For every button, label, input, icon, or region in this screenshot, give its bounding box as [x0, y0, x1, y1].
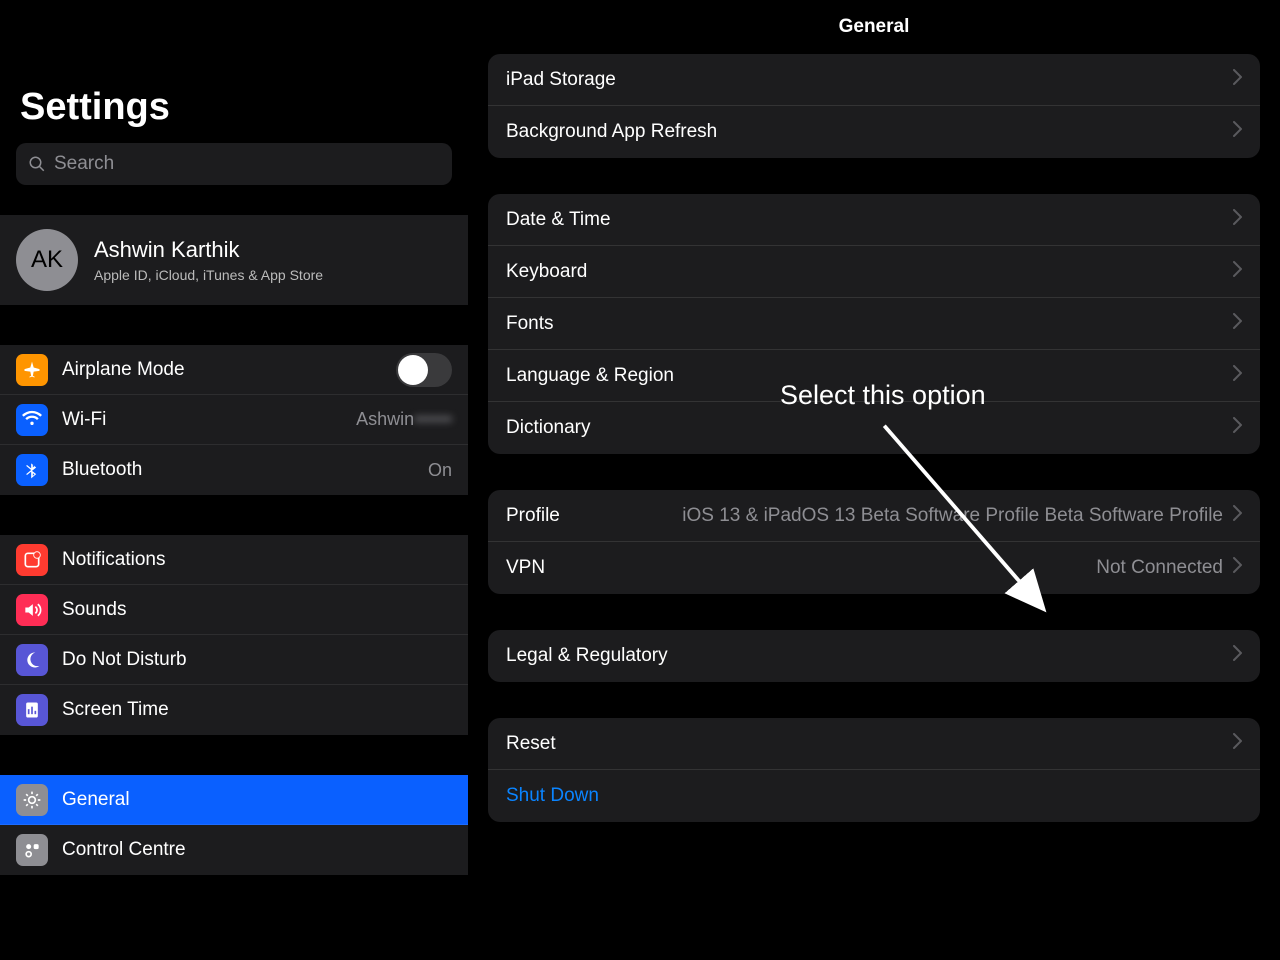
- settings-sidebar: Settings Search AK Ashwin Karthik Apple …: [0, 0, 468, 960]
- chevron-right-icon: [1233, 69, 1242, 91]
- sidebar-item-airplane[interactable]: Airplane Mode: [0, 345, 468, 395]
- account-subtitle: Apple ID, iCloud, iTunes & App Store: [94, 267, 323, 283]
- chevron-right-icon: [1233, 261, 1242, 283]
- row-legal-regulatory[interactable]: Legal & Regulatory: [488, 630, 1260, 682]
- chevron-right-icon: [1233, 313, 1242, 335]
- wifi-icon: [16, 404, 48, 436]
- notifications-icon: [16, 544, 48, 576]
- sidebar-item-label: Sounds: [62, 599, 452, 621]
- row-background-app-refresh[interactable]: Background App Refresh: [488, 106, 1260, 158]
- search-icon: [28, 155, 46, 173]
- row-label: Fonts: [506, 313, 554, 335]
- row-label: VPN: [506, 557, 545, 579]
- chevron-right-icon: [1233, 645, 1242, 667]
- row-value: iOS 13 & iPadOS 13 Beta Software Profile…: [682, 505, 1223, 527]
- sidebar-item-label: Screen Time: [62, 699, 452, 721]
- row-date-time[interactable]: Date & Time: [488, 194, 1260, 246]
- sidebar-item-bluetooth[interactable]: BluetoothOn: [0, 445, 468, 495]
- row-value: Not Connected: [1096, 557, 1223, 579]
- row-label: Background App Refresh: [506, 121, 717, 143]
- row-shut-down[interactable]: Shut Down: [488, 770, 1260, 822]
- row-language-region[interactable]: Language & Region: [488, 350, 1260, 402]
- row-label: Keyboard: [506, 261, 587, 283]
- search-input[interactable]: Search: [16, 143, 452, 185]
- row-label: Shut Down: [506, 785, 599, 807]
- chevron-right-icon: [1233, 365, 1242, 387]
- dnd-icon: [16, 644, 48, 676]
- sidebar-item-general[interactable]: General: [0, 775, 468, 825]
- sidebar-item-controlcentre[interactable]: Control Centre: [0, 825, 468, 875]
- chevron-right-icon: [1233, 121, 1242, 143]
- bluetooth-icon: [16, 454, 48, 486]
- sidebar-item-screentime[interactable]: Screen Time: [0, 685, 468, 735]
- chevron-right-icon: [1233, 557, 1242, 579]
- sidebar-item-label: Do Not Disturb: [62, 649, 452, 671]
- row-label: Language & Region: [506, 365, 674, 387]
- sidebar-item-sounds[interactable]: Sounds: [0, 585, 468, 635]
- chevron-right-icon: [1233, 209, 1242, 231]
- sidebar-item-label: General: [62, 789, 452, 811]
- sidebar-item-label: Notifications: [62, 549, 452, 571]
- sidebar-item-label: Wi-Fi: [62, 409, 356, 431]
- row-label: Reset: [506, 733, 556, 755]
- account-row[interactable]: AK Ashwin Karthik Apple ID, iCloud, iTun…: [0, 215, 468, 305]
- row-label: Profile: [506, 505, 560, 527]
- settings-title: Settings: [0, 28, 468, 143]
- sidebar-item-notifications[interactable]: Notifications: [0, 535, 468, 585]
- main-panel: General iPad Storage Background App Refre…: [468, 0, 1280, 960]
- airplane-icon: [16, 354, 48, 386]
- main-title: General: [468, 0, 1280, 54]
- row-dictionary[interactable]: Dictionary: [488, 402, 1260, 454]
- sidebar-item-label: Bluetooth: [62, 459, 428, 481]
- row-fonts[interactable]: Fonts: [488, 298, 1260, 350]
- chevron-right-icon: [1233, 505, 1242, 527]
- account-name: Ashwin Karthik: [94, 237, 323, 263]
- sidebar-item-wifi[interactable]: Wi-FiAshwin••••••: [0, 395, 468, 445]
- wifi-value: Ashwin: [356, 409, 414, 430]
- airplane-toggle[interactable]: [396, 353, 452, 387]
- row-label: Dictionary: [506, 417, 590, 439]
- sidebar-item-label: Airplane Mode: [62, 359, 396, 381]
- avatar: AK: [16, 229, 78, 291]
- bluetooth-value: On: [428, 460, 452, 481]
- screentime-icon: [16, 694, 48, 726]
- row-vpn[interactable]: VPN Not Connected: [488, 542, 1260, 594]
- chevron-right-icon: [1233, 733, 1242, 755]
- chevron-right-icon: [1233, 417, 1242, 439]
- search-placeholder: Search: [54, 153, 114, 175]
- sidebar-item-label: Control Centre: [62, 839, 452, 861]
- row-label: iPad Storage: [506, 69, 616, 91]
- row-ipad-storage[interactable]: iPad Storage: [488, 54, 1260, 106]
- sidebar-item-dnd[interactable]: Do Not Disturb: [0, 635, 468, 685]
- general-icon: [16, 784, 48, 816]
- row-label: Legal & Regulatory: [506, 645, 668, 667]
- row-keyboard[interactable]: Keyboard: [488, 246, 1260, 298]
- row-label: Date & Time: [506, 209, 611, 231]
- sounds-icon: [16, 594, 48, 626]
- row-profile[interactable]: Profile iOS 13 & iPadOS 13 Beta Software …: [488, 490, 1260, 542]
- controlcentre-icon: [16, 834, 48, 866]
- row-reset[interactable]: Reset: [488, 718, 1260, 770]
